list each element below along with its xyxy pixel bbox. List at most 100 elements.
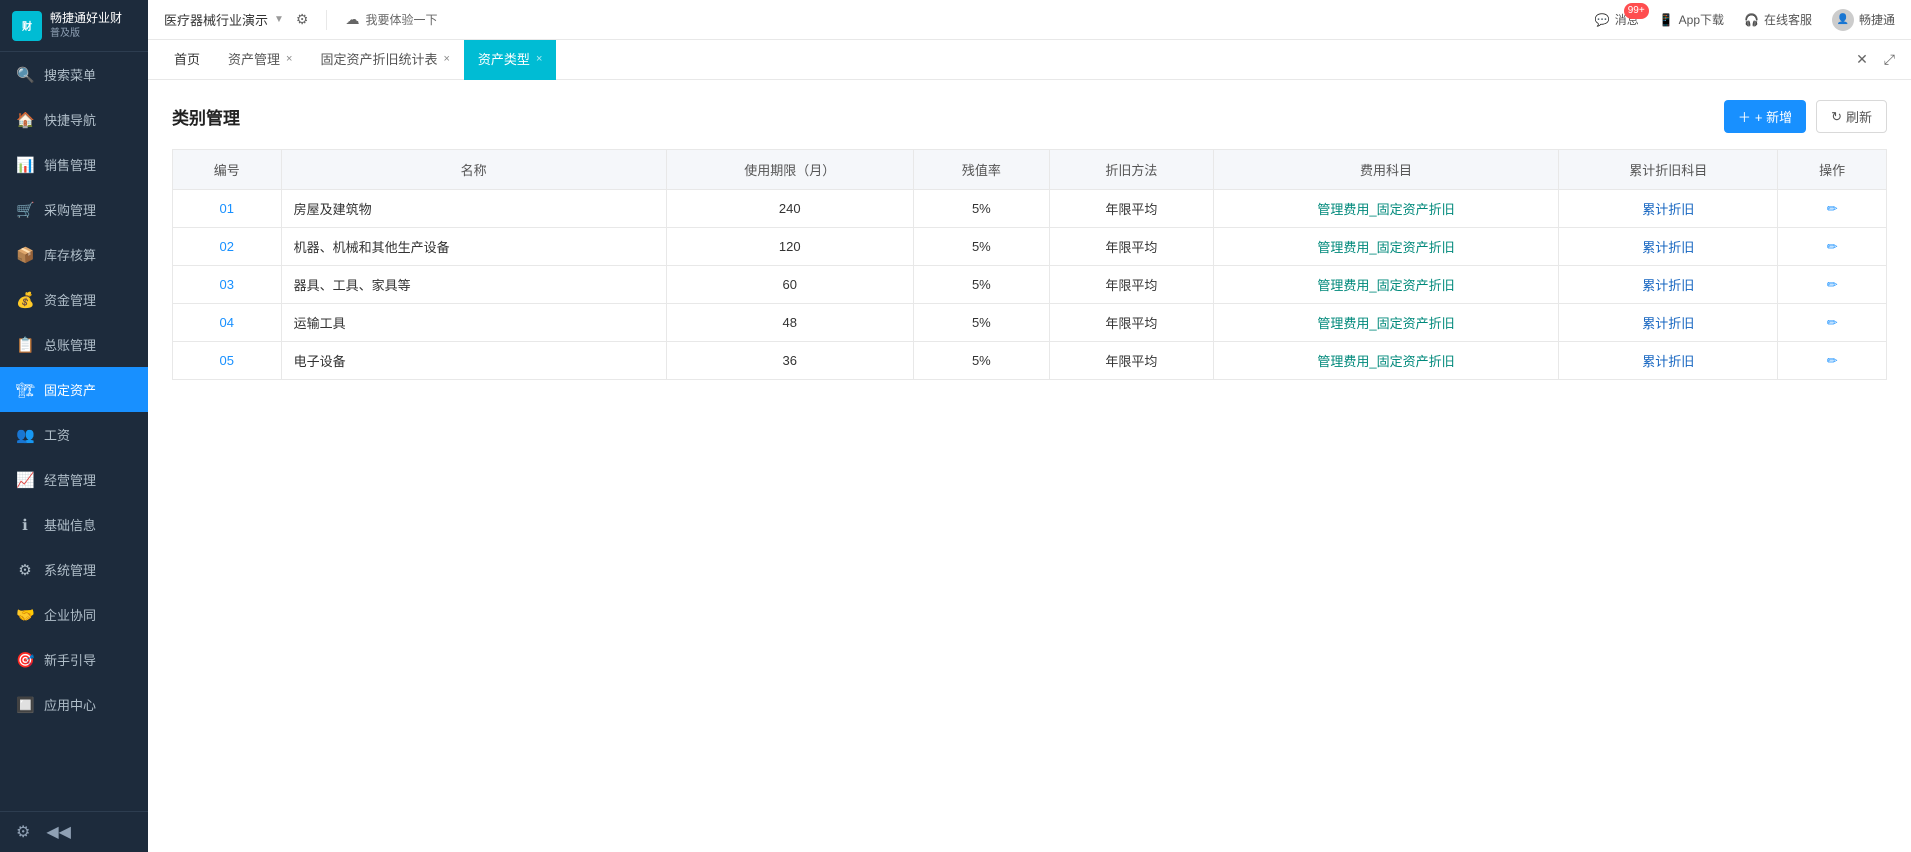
service-button[interactable]: 🎧 在线客服 — [1744, 11, 1812, 28]
cell-action[interactable]: ✏ — [1778, 228, 1887, 266]
tab-expand-button[interactable]: ⤢ — [1880, 47, 1899, 72]
collapse-icon[interactable]: ◀◀ — [46, 822, 71, 842]
sidebar-item-label: 新手引导 — [44, 650, 96, 669]
sidebar-item-label: 搜索菜单 — [44, 65, 96, 84]
cell-method: 年限平均 — [1049, 304, 1213, 342]
sidebar-item-guide[interactable]: 🎯 新手引导 — [0, 637, 148, 682]
tab-depreciation-label: 固定资产折旧统计表 — [320, 49, 437, 68]
sidebar-item-search[interactable]: 🔍 搜索菜单 — [0, 52, 148, 97]
handshake-icon: 🤝 — [16, 606, 34, 624]
cell-expense: 管理费用_固定资产折旧 — [1213, 266, 1558, 304]
cell-action[interactable]: ✏ — [1778, 304, 1887, 342]
sidebar-item-sales[interactable]: 📊 销售管理 — [0, 142, 148, 187]
sidebar-item-system[interactable]: ⚙ 系统管理 — [0, 547, 148, 592]
sidebar-item-inventory[interactable]: 📦 库存核算 — [0, 232, 148, 277]
tab-asset-mgmt-label: 资产管理 — [228, 49, 280, 68]
sidebar-item-ledger[interactable]: 📋 总账管理 — [0, 322, 148, 367]
cell-accumulated: 累计折旧 — [1559, 228, 1778, 266]
cell-months: 48 — [666, 304, 913, 342]
experience-button[interactable]: ☁ 我要体验一下 — [345, 11, 437, 28]
plus-icon: ＋ — [1738, 107, 1751, 126]
sidebar-item-finance[interactable]: 💰 资金管理 — [0, 277, 148, 322]
tab-depreciation-close[interactable]: × — [443, 53, 449, 65]
edit-icon[interactable]: ✏ — [1827, 315, 1838, 330]
sidebar-item-label: 企业协同 — [44, 605, 96, 624]
col-name: 名称 — [281, 150, 666, 190]
sidebar-item-fixed-assets[interactable]: 🏗 固定资产 — [0, 367, 148, 412]
cell-id: 01 — [173, 190, 282, 228]
cell-accumulated: 累计折旧 — [1559, 342, 1778, 380]
header-buttons: ＋ + 新增 ↻ 刷新 — [1724, 100, 1887, 133]
sidebar-item-operations[interactable]: 📈 经营管理 — [0, 457, 148, 502]
content-header: 类别管理 ＋ + 新增 ↻ 刷新 — [172, 100, 1887, 133]
cell-name: 电子设备 — [281, 342, 666, 380]
app-download-button[interactable]: 📱 App下载 — [1659, 11, 1724, 28]
settings-bottom-icon[interactable]: ⚙ — [16, 822, 30, 842]
cart-icon: 🛒 — [16, 201, 34, 219]
table-row: 02 机器、机械和其他生产设备 120 5% 年限平均 管理费用_固定资产折旧 … — [173, 228, 1887, 266]
sidebar: 财 畅捷通好业财 普及版 🔍 搜索菜单 🏠 快捷导航 📊 销售管理 🛒 采购管理… — [0, 0, 148, 852]
sidebar-item-label: 工资 — [44, 425, 70, 444]
message-button[interactable]: 💬 消息 99+ — [1595, 11, 1639, 28]
refresh-button[interactable]: ↻ 刷新 — [1816, 100, 1887, 133]
sidebar-item-label: 应用中心 — [44, 695, 96, 714]
sidebar-item-payroll[interactable]: 👥 工资 — [0, 412, 148, 457]
cell-months: 120 — [666, 228, 913, 266]
sidebar-item-label: 固定资产 — [44, 380, 96, 399]
tab-asset-mgmt-close[interactable]: × — [286, 53, 292, 65]
new-button-label: + 新增 — [1755, 107, 1792, 126]
logo-icon: 财 — [12, 11, 42, 41]
company-selector[interactable]: 医疗器械行业演示 ▼ — [164, 10, 284, 29]
sidebar-item-label: 系统管理 — [44, 560, 96, 579]
app-download-label: App下载 — [1679, 11, 1724, 28]
cell-months: 36 — [666, 342, 913, 380]
new-button[interactable]: ＋ + 新增 — [1724, 100, 1806, 133]
edit-icon[interactable]: ✏ — [1827, 277, 1838, 292]
info-icon: ℹ — [16, 516, 34, 534]
tab-asset-type-label: 资产类型 — [478, 49, 530, 68]
search-icon: 🔍 — [16, 66, 34, 84]
cell-action[interactable]: ✏ — [1778, 342, 1887, 380]
cell-action[interactable]: ✏ — [1778, 266, 1887, 304]
download-icon: 📱 — [1659, 13, 1674, 27]
user-menu[interactable]: 👤 畅捷通 — [1832, 9, 1895, 31]
cell-salvage: 5% — [913, 266, 1049, 304]
cell-action[interactable]: ✏ — [1778, 190, 1887, 228]
refresh-button-label: 刷新 — [1846, 107, 1872, 126]
gear-icon: ⚙ — [16, 561, 34, 579]
home-icon: 🏠 — [16, 111, 34, 129]
service-label: 在线客服 — [1764, 11, 1812, 28]
edit-icon[interactable]: ✏ — [1827, 239, 1838, 254]
tab-depreciation[interactable]: 固定资产折旧统计表 × — [306, 40, 463, 80]
content-area: 类别管理 ＋ + 新增 ↻ 刷新 编号 名称 使用期限（月） 残值率 — [148, 80, 1911, 852]
tab-home-label: 首页 — [174, 49, 200, 68]
topbar: 医疗器械行业演示 ▼ ⚙ ☁ 我要体验一下 💬 消息 99+ 📱 App下载 🎧… — [148, 0, 1911, 40]
tab-asset-type-close[interactable]: × — [536, 53, 542, 65]
col-action: 操作 — [1778, 150, 1887, 190]
ledger-icon: 📋 — [16, 336, 34, 354]
edit-icon[interactable]: ✏ — [1827, 353, 1838, 368]
sidebar-item-label: 库存核算 — [44, 245, 96, 264]
tab-home[interactable]: 首页 — [160, 40, 214, 80]
sidebar-logo: 财 畅捷通好业财 普及版 — [0, 0, 148, 52]
cell-id: 04 — [173, 304, 282, 342]
sidebar-item-quick-nav[interactable]: 🏠 快捷导航 — [0, 97, 148, 142]
page-title: 类别管理 — [172, 104, 240, 129]
tab-close-button[interactable]: ✕ — [1852, 47, 1872, 72]
cell-accumulated: 累计折旧 — [1559, 304, 1778, 342]
topbar-settings-icon[interactable]: ⚙ — [296, 11, 309, 28]
sidebar-item-purchase[interactable]: 🛒 采购管理 — [0, 187, 148, 232]
cell-name: 运输工具 — [281, 304, 666, 342]
sidebar-item-app-center[interactable]: 🔲 应用中心 — [0, 682, 148, 727]
cell-months: 240 — [666, 190, 913, 228]
cell-name: 机器、机械和其他生产设备 — [281, 228, 666, 266]
col-months: 使用期限（月） — [666, 150, 913, 190]
sidebar-item-basic-info[interactable]: ℹ 基础信息 — [0, 502, 148, 547]
company-name: 医疗器械行业演示 — [164, 10, 268, 29]
sidebar-item-cooperation[interactable]: 🤝 企业协同 — [0, 592, 148, 637]
experience-label: 我要体验一下 — [365, 11, 437, 28]
sidebar-bottom: ⚙ ◀◀ — [0, 811, 148, 852]
tab-asset-type[interactable]: 资产类型 × — [464, 40, 556, 80]
tab-asset-mgmt[interactable]: 资产管理 × — [214, 40, 306, 80]
edit-icon[interactable]: ✏ — [1827, 201, 1838, 216]
